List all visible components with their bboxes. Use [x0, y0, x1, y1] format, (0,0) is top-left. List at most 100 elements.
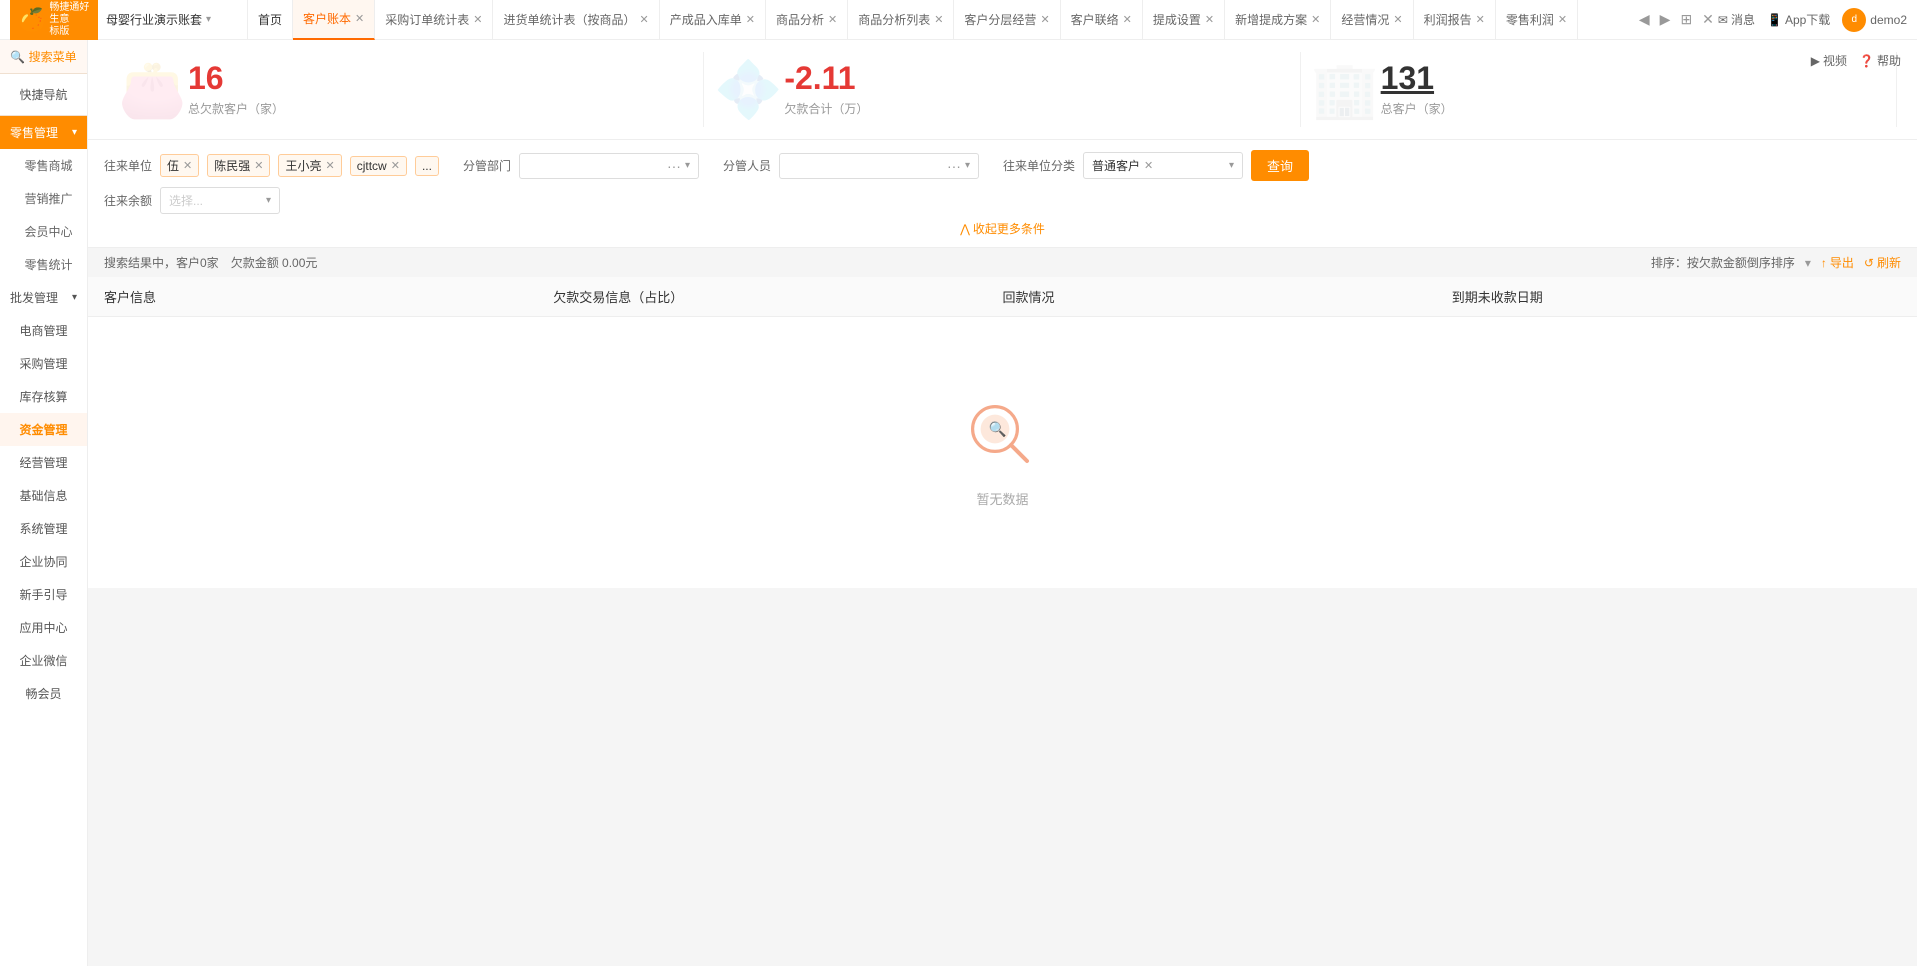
filter-tag-more[interactable]: ... [415, 156, 439, 176]
search-result-label: 搜索结果中，客户0家 [104, 254, 219, 271]
sidebar-item-retail-mgmt[interactable]: 零售管理 ▾ [0, 116, 87, 149]
app-download-icon: 📱 [1767, 13, 1782, 27]
help-btn[interactable]: ❓ 帮助 [1859, 52, 1901, 69]
stat-value-debt: -2.11 [784, 62, 868, 94]
sidebar-item-membership[interactable]: 会员中心 [0, 215, 87, 248]
table-toolbar-right: 排序：按欠款金额倒序排序 ▾ ↑ 导出 ↺ 刷新 [1651, 254, 1901, 271]
sidebar-item-inventory[interactable]: 库存核算 [0, 380, 87, 413]
close-tab-operations[interactable]: ✕ [1393, 13, 1402, 26]
tab-customer-contact[interactable]: 客户联络 ✕ [1061, 0, 1143, 40]
tab-goods-analysis[interactable]: 商品分析 ✕ [766, 0, 848, 40]
sidebar-item-chang-member[interactable]: 畅会员 [0, 677, 87, 710]
logo-line2: 标版 [49, 26, 90, 38]
stat-label-customers: 总客户（家） [1381, 100, 1453, 117]
filter-row-1: 往来单位 伍 ✕ 陈民强 ✕ 王小亮 ✕ cjttcw ✕ [104, 150, 1901, 181]
tab-new-commission[interactable]: 新增提成方案 ✕ [1225, 0, 1331, 40]
remove-tag-chen[interactable]: ✕ [254, 159, 263, 172]
sort-arrow-icon: ▾ [1805, 256, 1811, 270]
logo-area[interactable]: 🍊 畅捷通好生意 标版 [10, 0, 98, 40]
sidebar-item-purchase-mgmt[interactable]: 采购管理 [0, 347, 87, 380]
tab-retail-profit[interactable]: 零售利润 ✕ [1496, 0, 1578, 40]
sidebar-item-basic-info[interactable]: 基础信息 [0, 479, 87, 512]
remove-unit-class[interactable]: ✕ [1144, 159, 1153, 172]
close-tab-product-in[interactable]: ✕ [746, 13, 755, 26]
sidebar-item-ecommerce-mgmt[interactable]: 电商管理 [0, 314, 87, 347]
filter-row-2: 往来余额 选择... ▾ [104, 187, 1901, 214]
remove-tag-cjttcw[interactable]: ✕ [391, 159, 400, 172]
sidebar-item-enterprise-collab[interactable]: 企业协同 [0, 545, 87, 578]
export-btn[interactable]: ↑ 导出 [1821, 254, 1854, 271]
export-icon: ↑ [1821, 256, 1827, 270]
close-tab-goods-stats[interactable]: ✕ [640, 13, 649, 26]
message-icon: ✉ [1718, 13, 1728, 27]
close-tab-profit-report[interactable]: ✕ [1476, 13, 1485, 26]
close-tab-goods-analysis[interactable]: ✕ [828, 13, 837, 26]
sidebar-item-quick-nav[interactable]: 快捷导航 [0, 78, 87, 111]
message-btn[interactable]: ✉ 消息 [1718, 11, 1755, 28]
query-button[interactable]: 查询 [1251, 150, 1309, 181]
close-tab-customer-tier[interactable]: ✕ [1040, 13, 1049, 26]
sidebar-item-system-mgmt[interactable]: 系统管理 [0, 512, 87, 545]
close-tab-new-commission[interactable]: ✕ [1311, 13, 1320, 26]
export-label: 导出 [1830, 254, 1854, 271]
unit-class-tag: 普通客户 ✕ [1092, 157, 1153, 174]
sidebar-search[interactable]: 🔍 搜索菜单 [0, 40, 87, 74]
person-more-icon: ··· [947, 158, 961, 174]
person-select[interactable]: ··· ▾ [779, 153, 979, 179]
close-tab-customer-ledger[interactable]: ✕ [355, 12, 364, 25]
sidebar-item-marketing[interactable]: 营销推广 [0, 182, 87, 215]
app-download-btn[interactable]: 📱 App下载 [1767, 11, 1830, 28]
close-tab-goods-analysis-list[interactable]: ✕ [934, 13, 943, 26]
tab-purchase-order[interactable]: 采购订单统计表 ✕ [375, 0, 493, 40]
close-tab-customer-contact[interactable]: ✕ [1123, 13, 1132, 26]
filter-tag-wang: 王小亮 ✕ [278, 154, 341, 177]
tab-scroll-left[interactable]: ◀ [1635, 11, 1654, 28]
help-icon: ❓ [1859, 54, 1874, 68]
sidebar-item-wholesale-mgmt[interactable]: 批发管理 ▾ [0, 281, 87, 314]
sidebar-item-retail-mall[interactable]: 零售商城 [0, 149, 87, 182]
close-tab-commission-settings[interactable]: ✕ [1205, 13, 1214, 26]
sidebar-item-new-guide[interactable]: 新手引导 [0, 578, 87, 611]
tab-scroll-right[interactable]: ▶ [1656, 11, 1675, 28]
sidebar-item-enterprise-wechat[interactable]: 企业微信 [0, 644, 87, 677]
tabs-nav: 首页 客户账本 ✕ 采购订单统计表 ✕ 进货单统计表（按商品） ✕ 产成品入库单… [248, 0, 1635, 40]
stat-value-customers: 131 [1381, 62, 1453, 94]
account-selector[interactable]: 母婴行业演示账套 ▾ [98, 0, 248, 40]
tab-commission-settings[interactable]: 提成设置 ✕ [1143, 0, 1225, 40]
collapse-btn[interactable]: ⋀ 收起更多条件 [960, 220, 1045, 237]
person-arrow-icon: ▾ [965, 160, 970, 171]
remove-tag-wang[interactable]: ✕ [326, 159, 335, 172]
account-dropdown-icon: ▾ [206, 14, 211, 25]
remove-tag-wu[interactable]: ✕ [183, 159, 192, 172]
tab-customer-ledger[interactable]: 客户账本 ✕ [293, 0, 375, 40]
logo-icon: 🍊 [18, 7, 45, 33]
stat-label-debtors: 总欠款客户（家） [188, 100, 284, 117]
tab-expand[interactable]: ⊞ [1676, 11, 1696, 28]
unit-class-select[interactable]: 普通客户 ✕ ▾ [1083, 152, 1243, 179]
sidebar-item-app-center[interactable]: 应用中心 [0, 611, 87, 644]
dept-select[interactable]: ··· ▾ [519, 153, 699, 179]
video-btn[interactable]: ▶ 视频 [1811, 52, 1847, 69]
table-area: 客户信息 欠款交易信息（占比） 回款情况 到期未收款日期 🔍 暂无数据 [88, 277, 1917, 588]
tab-home[interactable]: 首页 [248, 0, 293, 40]
user-profile[interactable]: d demo2 [1842, 8, 1907, 32]
balance-select[interactable]: 选择... ▾ [160, 187, 280, 214]
th-debt-info: 欠款交易信息（占比） [553, 287, 1002, 306]
close-tab-purchase-order[interactable]: ✕ [473, 13, 482, 26]
tab-close-all[interactable]: ✕ [1698, 11, 1718, 28]
refresh-btn[interactable]: ↺ 刷新 [1864, 254, 1901, 271]
filter-tag-more-icon: ... [422, 159, 432, 173]
sidebar-item-operations-mgmt[interactable]: 经营管理 [0, 446, 87, 479]
tab-profit-report[interactable]: 利润报告 ✕ [1414, 0, 1496, 40]
dept-more-icon: ··· [667, 158, 681, 174]
refresh-label: 刷新 [1877, 254, 1901, 271]
tab-operations[interactable]: 经营情况 ✕ [1331, 0, 1413, 40]
sidebar-item-retail-stats[interactable]: 零售统计 [0, 248, 87, 281]
tab-product-in[interactable]: 产成品入库单 ✕ [660, 0, 766, 40]
tab-goods-stats[interactable]: 进货单统计表（按商品） ✕ [493, 0, 659, 40]
sidebar-item-finance-mgmt[interactable]: 资金管理 [0, 413, 87, 446]
tab-goods-analysis-list[interactable]: 商品分析列表 ✕ [848, 0, 954, 40]
video-icon: ▶ [1811, 54, 1820, 68]
tab-customer-tier[interactable]: 客户分层经营 ✕ [954, 0, 1060, 40]
close-tab-retail-profit[interactable]: ✕ [1558, 13, 1567, 26]
